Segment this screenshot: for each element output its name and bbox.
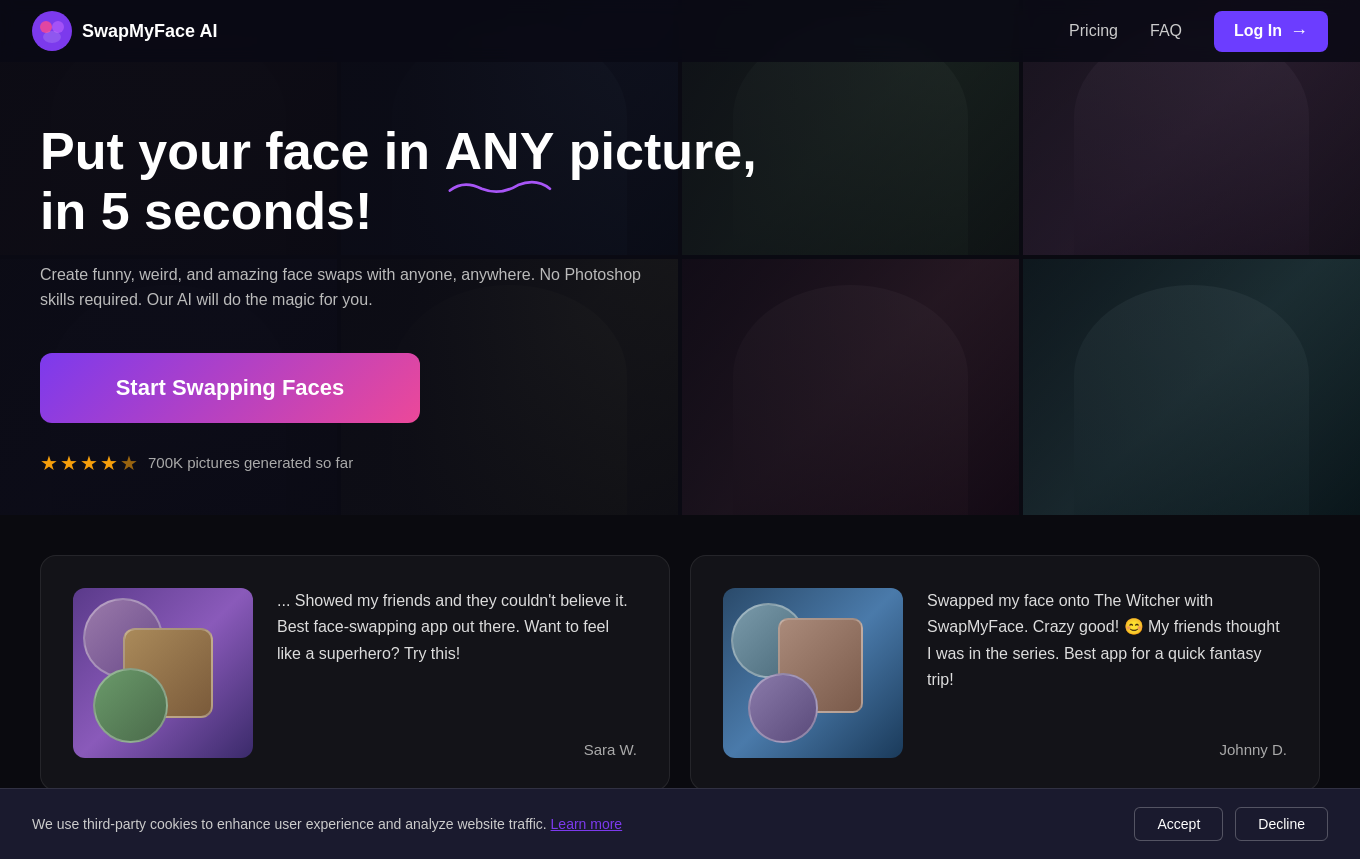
hero-title-part1: Put your face in: [40, 122, 445, 180]
testimonial-card-1: ... Showed my friends and they couldn't …: [40, 555, 670, 791]
star-4: ★: [100, 451, 118, 475]
hero-title: Put your face in ANY picture, in 5 secon…: [40, 122, 760, 242]
logo[interactable]: SwapMyFace AI: [32, 11, 217, 51]
navigation: SwapMyFace AI Pricing FAQ Log In →: [0, 0, 1360, 62]
face-collage-1: [73, 588, 253, 758]
stats-row: ★ ★ ★ ★ ★ 700K pictures generated so far: [40, 451, 760, 475]
faq-link[interactable]: FAQ: [1150, 22, 1182, 40]
cookie-actions: Accept Decline: [1134, 807, 1328, 841]
svg-point-3: [43, 31, 61, 43]
testimonial-card-2: Swapped my face onto The Witcher with Sw…: [690, 555, 1320, 791]
cookie-accept-button[interactable]: Accept: [1134, 807, 1223, 841]
testimonial-image-1: [73, 588, 253, 758]
face-collage-2: [723, 588, 903, 758]
cta-button[interactable]: Start Swapping Faces: [40, 353, 420, 423]
nav-links: Pricing FAQ Log In →: [1069, 11, 1328, 52]
star-5: ★: [120, 451, 138, 475]
cookie-decline-button[interactable]: Decline: [1235, 807, 1328, 841]
face-circle-1c: [93, 668, 168, 743]
testimonial-text-2: Swapped my face onto The Witcher with Sw…: [927, 588, 1287, 721]
star-3: ★: [80, 451, 98, 475]
arrow-icon: →: [1290, 21, 1308, 42]
star-rating: ★ ★ ★ ★ ★: [40, 451, 138, 475]
pricing-link[interactable]: Pricing: [1069, 22, 1118, 40]
cookie-learn-more-link[interactable]: Learn more: [551, 816, 623, 832]
hero-title-any: ANY: [445, 122, 555, 182]
testimonial-author-1: Sara W.: [277, 741, 637, 758]
testimonials-section: ... Showed my friends and they couldn't …: [0, 515, 1360, 831]
testimonial-body-1: ... Showed my friends and they couldn't …: [277, 588, 637, 758]
testimonial-image-2: [723, 588, 903, 758]
testimonial-body-2: Swapped my face onto The Witcher with Sw…: [927, 588, 1287, 758]
stats-label: 700K pictures generated so far: [148, 454, 353, 471]
hero-content: Put your face in ANY picture, in 5 secon…: [0, 62, 800, 515]
star-1: ★: [40, 451, 58, 475]
login-button[interactable]: Log In →: [1214, 11, 1328, 52]
testimonial-text-1: ... Showed my friends and they couldn't …: [277, 588, 637, 721]
testimonial-author-2: Johnny D.: [927, 741, 1287, 758]
face-circle-2c: [748, 673, 818, 743]
cookie-banner: We use third-party cookies to enhance us…: [0, 788, 1360, 859]
star-2: ★: [60, 451, 78, 475]
logo-icon: [32, 11, 72, 51]
any-underline-swash: [435, 176, 565, 196]
hero-subtitle: Create funny, weird, and amazing face sw…: [40, 262, 680, 313]
cookie-text: We use third-party cookies to enhance us…: [32, 816, 1114, 832]
hero-section: Put your face in ANY picture, in 5 secon…: [0, 0, 1360, 515]
logo-text: SwapMyFace AI: [82, 21, 217, 42]
